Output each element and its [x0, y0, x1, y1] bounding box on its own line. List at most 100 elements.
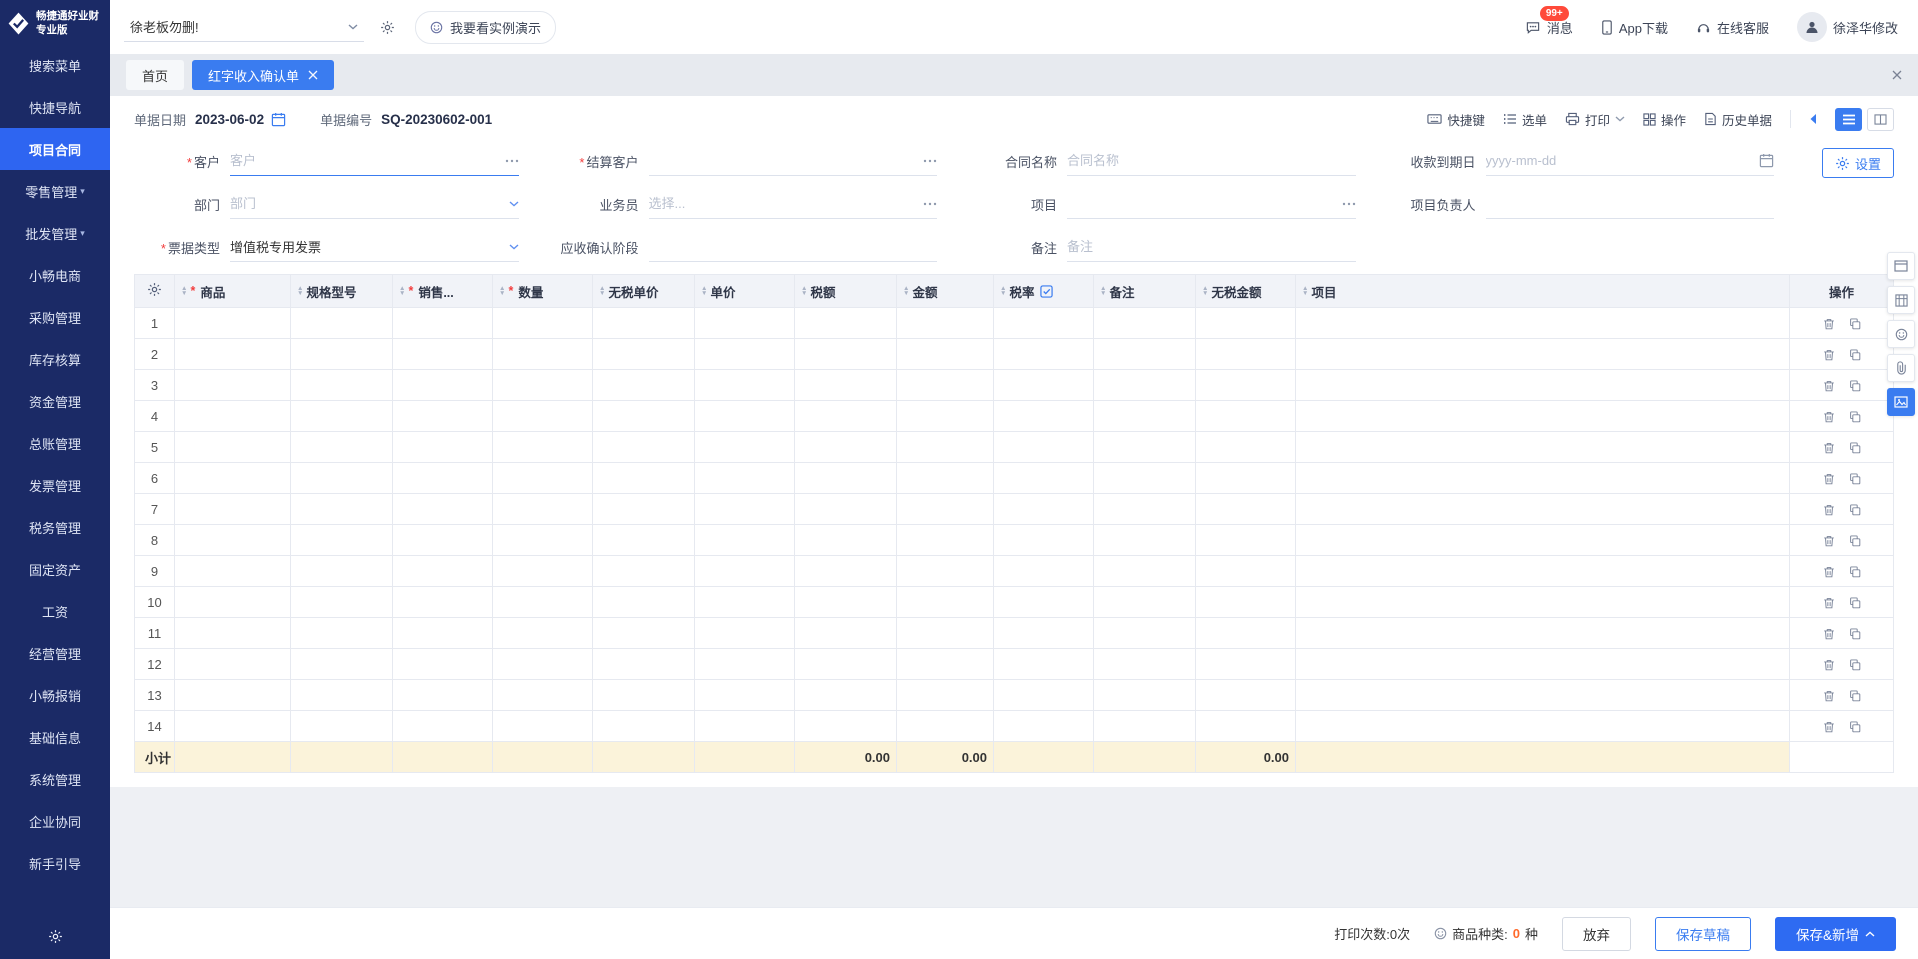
- column-header[interactable]: ▲ ▼ * 商品: [174, 274, 291, 308]
- grid-cell[interactable]: [1195, 493, 1296, 525]
- sort-icons[interactable]: ▲ ▼: [1100, 285, 1106, 297]
- grid-cell[interactable]: [993, 710, 1094, 742]
- grid-cell[interactable]: [1195, 586, 1296, 618]
- grid-cell[interactable]: [794, 431, 897, 463]
- tab-close-icon[interactable]: [308, 70, 318, 80]
- grid-cell[interactable]: [1195, 338, 1296, 370]
- grid-cell[interactable]: [1195, 524, 1296, 556]
- grid-cell[interactable]: [694, 338, 795, 370]
- ellipsis-picker-icon[interactable]: [1342, 202, 1356, 206]
- grid-cell[interactable]: [392, 307, 493, 339]
- grid-cell[interactable]: [174, 369, 291, 401]
- department-input[interactable]: [230, 196, 503, 211]
- grid-cell[interactable]: [290, 400, 393, 432]
- grid-cell[interactable]: [592, 586, 695, 618]
- sort-icons[interactable]: ▲ ▼: [181, 285, 187, 297]
- user-menu[interactable]: 徐泽华修改: [1796, 12, 1898, 42]
- grid-cell[interactable]: [794, 679, 897, 711]
- sidebar-item[interactable]: 总账管理: [0, 422, 110, 464]
- grid-cell[interactable]: [1295, 400, 1790, 432]
- grid-cell[interactable]: [174, 524, 291, 556]
- grid-cell[interactable]: [1093, 369, 1196, 401]
- grid-cell[interactable]: [993, 338, 1094, 370]
- sidebar-item[interactable]: 项目合同: [0, 128, 110, 171]
- grid-cell[interactable]: [1295, 369, 1790, 401]
- grid-cell[interactable]: [392, 462, 493, 494]
- delete-row-icon[interactable]: [1822, 720, 1836, 734]
- messages-button[interactable]: 99+ 消息: [1525, 5, 1573, 37]
- project-input[interactable]: [1067, 196, 1336, 211]
- grid-cell[interactable]: [174, 710, 291, 742]
- grid-cell[interactable]: [794, 369, 897, 401]
- grid-cell[interactable]: [174, 617, 291, 649]
- grid-cell[interactable]: [794, 462, 897, 494]
- column-header[interactable]: ▲ ▼ 无税金额: [1195, 274, 1296, 308]
- contract-input[interactable]: [1067, 153, 1356, 168]
- sidebar-item[interactable]: 零售管理 ▾: [0, 170, 110, 212]
- grid-cell[interactable]: [1093, 338, 1196, 370]
- grid-cell[interactable]: [1195, 555, 1296, 587]
- grid-cell[interactable]: [1295, 679, 1790, 711]
- grid-cell[interactable]: [1093, 679, 1196, 711]
- delete-row-icon[interactable]: [1822, 472, 1836, 486]
- sort-icons[interactable]: ▲ ▼: [1202, 285, 1208, 297]
- settings-button[interactable]: 设置: [1821, 148, 1894, 178]
- grid-cell[interactable]: [392, 679, 493, 711]
- column-header[interactable]: ▲ ▼ 项目: [1295, 274, 1790, 308]
- settle-customer-input[interactable]: [648, 153, 917, 168]
- list-view-button[interactable]: [1835, 107, 1862, 131]
- grid-cell[interactable]: [896, 431, 994, 463]
- grid-cell[interactable]: [290, 493, 393, 525]
- copy-row-icon[interactable]: [1848, 472, 1862, 486]
- grid-cell[interactable]: [794, 555, 897, 587]
- sidebar-item[interactable]: 资金管理: [0, 380, 110, 422]
- grid-cell[interactable]: [492, 555, 593, 587]
- copy-row-icon[interactable]: [1848, 441, 1862, 455]
- column-header[interactable]: ▲ ▼ 税率: [993, 274, 1094, 308]
- grid-cell[interactable]: [1093, 462, 1196, 494]
- salesman-input[interactable]: [648, 196, 917, 211]
- copy-row-icon[interactable]: [1848, 720, 1862, 734]
- rail-header-panel-icon[interactable]: [1887, 252, 1915, 280]
- grid-cell[interactable]: [896, 307, 994, 339]
- sidebar-item[interactable]: 工资: [0, 590, 110, 632]
- print-button[interactable]: 打印: [1565, 110, 1625, 129]
- grid-cell[interactable]: [694, 617, 795, 649]
- online-service-button[interactable]: 在线客服: [1696, 18, 1769, 37]
- delete-row-icon[interactable]: [1822, 689, 1836, 703]
- grid-cell[interactable]: [592, 648, 695, 680]
- copy-row-icon[interactable]: [1848, 503, 1862, 517]
- grid-cell[interactable]: [993, 617, 1094, 649]
- grid-cell[interactable]: [896, 400, 994, 432]
- grid-cell[interactable]: [174, 679, 291, 711]
- grid-cell[interactable]: [1093, 493, 1196, 525]
- grid-cell[interactable]: [1195, 617, 1296, 649]
- rail-calculator-icon[interactable]: [1887, 286, 1915, 314]
- grid-cell[interactable]: [993, 462, 1094, 494]
- grid-cell[interactable]: [392, 431, 493, 463]
- sort-icons[interactable]: ▲ ▼: [903, 285, 909, 297]
- grid-cell[interactable]: [694, 369, 795, 401]
- grid-cell[interactable]: [592, 493, 695, 525]
- grid-cell[interactable]: [794, 524, 897, 556]
- copy-row-icon[interactable]: [1848, 689, 1862, 703]
- discard-button[interactable]: 放弃: [1561, 916, 1631, 951]
- settings-gear-icon[interactable]: [48, 929, 63, 944]
- grid-cell[interactable]: [896, 617, 994, 649]
- sort-icons[interactable]: ▲ ▼: [599, 285, 605, 297]
- grid-cell[interactable]: [1195, 648, 1296, 680]
- grid-cell[interactable]: [1295, 493, 1790, 525]
- grid-cell[interactable]: [392, 648, 493, 680]
- grid-cell[interactable]: [993, 400, 1094, 432]
- column-header[interactable]: ▲ ▼ 金额: [896, 274, 994, 308]
- grid-cell[interactable]: [290, 586, 393, 618]
- ellipsis-picker-icon[interactable]: [505, 159, 519, 163]
- grid-cell[interactable]: [492, 710, 593, 742]
- save-draft-button[interactable]: 保存草稿: [1654, 916, 1751, 951]
- grid-cell[interactable]: [592, 462, 695, 494]
- grid-cell[interactable]: [694, 431, 795, 463]
- copy-row-icon[interactable]: [1848, 317, 1862, 331]
- grid-cell[interactable]: [896, 679, 994, 711]
- grid-cell[interactable]: [694, 524, 795, 556]
- grid-cell[interactable]: [694, 462, 795, 494]
